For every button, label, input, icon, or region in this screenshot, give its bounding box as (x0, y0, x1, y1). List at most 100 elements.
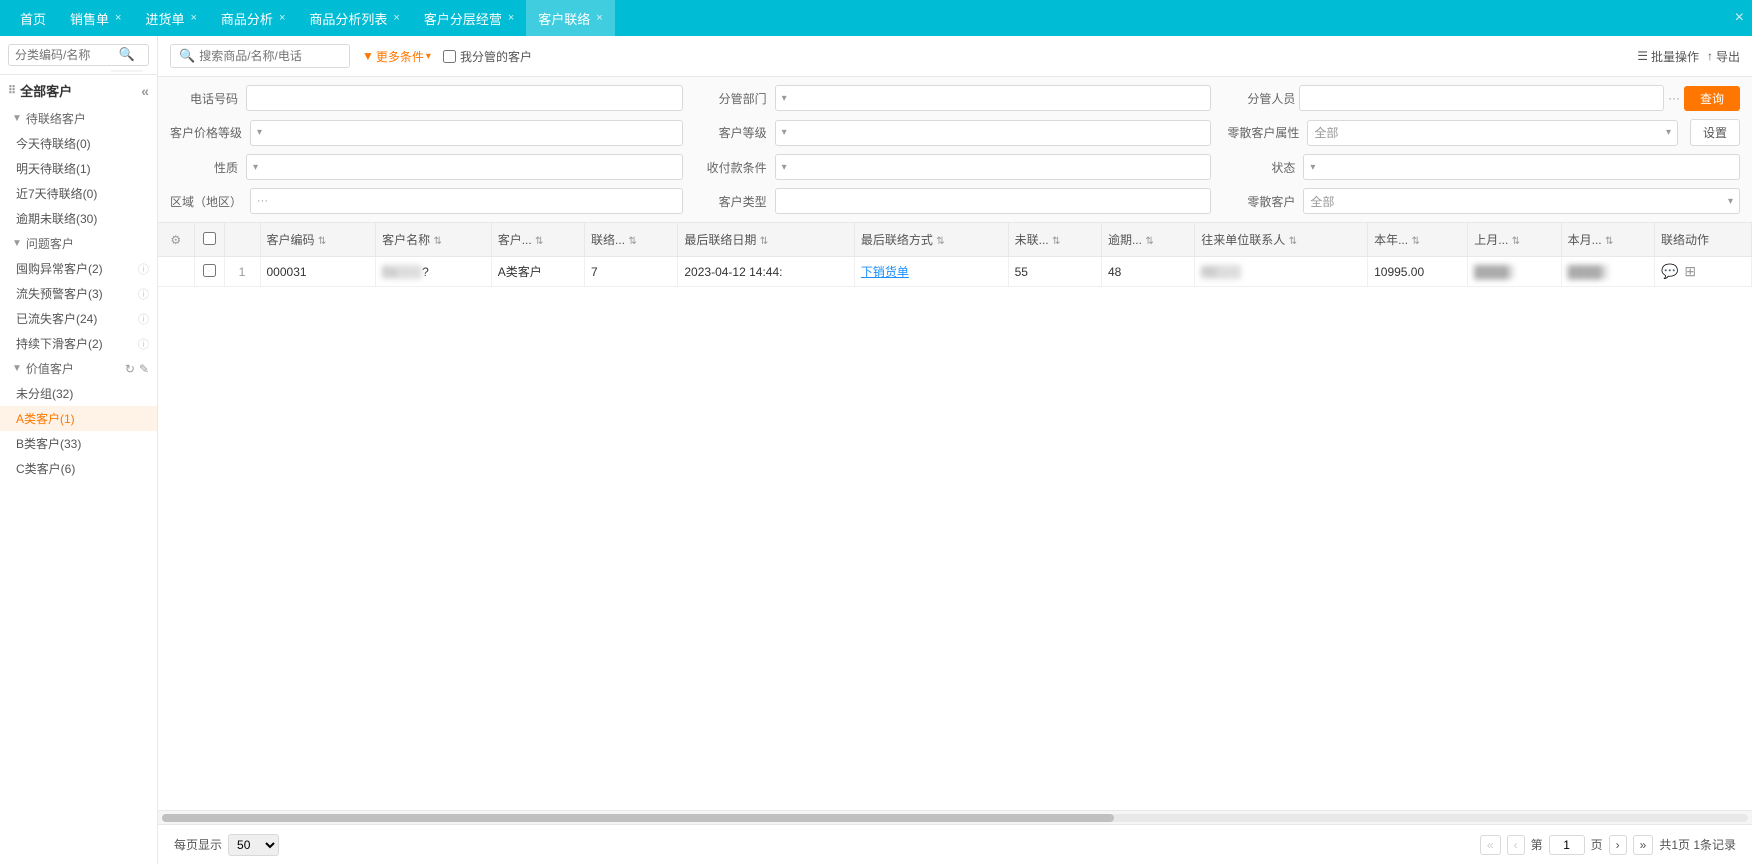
phone-input[interactable] (246, 85, 683, 111)
sidebar-item-7day-pending[interactable]: 近7天待联络(0) (0, 181, 157, 206)
nav-home[interactable]: 首页 (8, 0, 58, 36)
sidebar-item-a-class[interactable]: A类客户(1) (0, 406, 157, 431)
triangle-icon: ▼ (12, 363, 22, 374)
col-last-month[interactable]: 上月... ⇅ (1468, 223, 1561, 257)
col-cust-type[interactable]: 客户... ⇅ (491, 223, 584, 257)
status-input[interactable]: ▾ (1303, 154, 1740, 180)
sidebar-group-value[interactable]: ▼ 价值客户 ↻ ✎ (0, 356, 157, 381)
close-all-tabs-button[interactable]: × (1735, 9, 1744, 27)
col-this-year[interactable]: 本年... ⇅ (1368, 223, 1468, 257)
dots-icon[interactable]: ··· (257, 195, 268, 207)
sidebar-collapse-icon[interactable]: « (141, 83, 149, 99)
region-input[interactable]: ··· (250, 188, 683, 214)
sidebar-item-today-pending[interactable]: 今天待联络(0) (0, 131, 157, 156)
nav-customer-segment[interactable]: 客户分层经营 × (412, 0, 526, 36)
scrollbar-thumb[interactable] (162, 814, 1114, 822)
col-contact[interactable]: 联络... ⇅ (585, 223, 678, 257)
filter-row-retail-attr: 零散客户属性 全部 ▾ 设置 (1227, 119, 1740, 146)
cust-grade-input[interactable]: ▾ (775, 120, 1212, 146)
this-year-amount: 10995.00 (1368, 257, 1468, 287)
sidebar-item-tomorrow-pending[interactable]: 明天待联络(1) (0, 156, 157, 181)
close-icon[interactable]: × (190, 12, 196, 24)
per-page-select[interactable]: 50 100 200 (228, 834, 279, 856)
col-checkbox[interactable] (194, 223, 224, 257)
row-num: 1 (224, 257, 260, 287)
person-more-icon[interactable]: ··· (1668, 91, 1680, 105)
prev-page-button[interactable]: ‹ (1507, 835, 1525, 855)
batch-op-button[interactable]: ☰ 批量操作 (1637, 48, 1699, 65)
my-customers-filter[interactable]: 我分管的客户 (443, 48, 532, 65)
customer-name: Ea? (376, 257, 492, 287)
query-button[interactable]: 查询 (1684, 86, 1740, 111)
close-icon[interactable]: × (279, 12, 285, 24)
qr-icon[interactable]: ⊞ (1684, 263, 1696, 280)
search-input[interactable] (199, 49, 329, 63)
sidebar-item-declining[interactable]: 持续下滑客户(2) ⓘ (0, 331, 157, 356)
filter-row-status: 状态 ▾ (1227, 154, 1740, 180)
nav-purchase-order[interactable]: 进货单 × (133, 0, 208, 36)
retail-cust-label: 零散客户 (1227, 193, 1295, 210)
col-overdue[interactable]: 逾期... ⇅ (1101, 223, 1194, 257)
payment-label: 收付款条件 (699, 159, 767, 176)
last-contact-method[interactable]: 下销货单 (854, 257, 1008, 287)
col-last-date[interactable]: 最后联络日期 ⇅ (678, 223, 855, 257)
dept-input[interactable]: ▾ (775, 85, 1212, 111)
more-conditions-button[interactable]: ▼ 更多条件 ▾ (362, 48, 431, 65)
sidebar-item-overdue-contact[interactable]: 逾期未联络(30) (0, 206, 157, 231)
nav-product-analysis-list[interactable]: 商品分析列表 × (297, 0, 411, 36)
sidebar-item-hoard-abnormal[interactable]: 囤购异常客户(2) ⓘ (0, 256, 157, 281)
close-icon[interactable]: × (115, 12, 121, 24)
col-this-month[interactable]: 本月... ⇅ (1561, 223, 1654, 257)
sidebar-item-b-class[interactable]: B类客户(33) (0, 431, 157, 456)
page-number-input[interactable] (1549, 835, 1585, 855)
col-last-method[interactable]: 最后联络方式 ⇅ (854, 223, 1008, 257)
col-code[interactable]: 客户编码 ⇅ (260, 223, 376, 257)
sidebar-item-churn-warning[interactable]: 流失预警客户(3) ⓘ (0, 281, 157, 306)
select-all-checkbox[interactable] (203, 232, 216, 245)
sidebar-group-pending[interactable]: ▼ 待联络客户 (0, 106, 157, 131)
sidebar-item-unclassified[interactable]: 未分组(32) (0, 381, 157, 406)
horizontal-scrollbar[interactable] (158, 810, 1752, 824)
payment-input[interactable]: ▾ (775, 154, 1212, 180)
settings-button[interactable]: 设置 (1690, 119, 1740, 146)
col-company-contact[interactable]: 往来单位联系人 ⇅ (1195, 223, 1368, 257)
close-icon[interactable]: × (393, 12, 399, 24)
col-name[interactable]: 客户名称 ⇅ (376, 223, 492, 257)
col-no-contact[interactable]: 未联... ⇅ (1008, 223, 1101, 257)
page-label: 页 (1591, 836, 1603, 853)
export-button[interactable]: ↑ 导出 (1707, 48, 1740, 65)
filter-row-cust-grade: 客户等级 ▾ (699, 119, 1212, 146)
retail-cust-input[interactable]: 全部 ▾ (1303, 188, 1740, 214)
nature-input[interactable]: ▾ (246, 154, 683, 180)
all-customers-header[interactable]: ⠿ 全部客户 « (0, 75, 157, 106)
cust-type-input[interactable] (775, 188, 1212, 214)
person-input[interactable] (1299, 85, 1664, 111)
close-icon[interactable]: × (596, 12, 602, 24)
edit-icon[interactable]: ✎ (139, 362, 149, 376)
next-page-button[interactable]: › (1609, 835, 1627, 855)
retail-attr-input[interactable]: 全部 ▾ (1307, 120, 1678, 146)
price-grade-input[interactable]: ▾ (250, 120, 683, 146)
first-page-button[interactable]: « (1480, 835, 1501, 855)
nav-sales-order[interactable]: 销售单 × (58, 0, 133, 36)
scrollbar-track[interactable] (162, 814, 1748, 822)
sort-icon: ⇅ (1052, 236, 1060, 247)
sort-icon: ⇅ (1411, 236, 1419, 247)
message-icon[interactable]: 💬 (1661, 263, 1678, 280)
sidebar-group-problem[interactable]: ▼ 问题客户 (0, 231, 157, 256)
search-box[interactable]: 🔍 (170, 44, 350, 68)
sort-icon: ⇅ (433, 236, 441, 247)
my-customers-checkbox[interactable] (443, 50, 456, 63)
last-page-button[interactable]: » (1633, 835, 1654, 855)
nav-customer-contact[interactable]: 客户联络 × (526, 0, 614, 36)
close-icon[interactable]: × (508, 12, 514, 24)
sidebar-item-churned[interactable]: 已流失客户(24) ⓘ (0, 306, 157, 331)
company-contact: RE . (1195, 257, 1368, 287)
nav-product-analysis[interactable]: 商品分析 × (209, 0, 297, 36)
row-checkbox[interactable] (194, 257, 224, 287)
sidebar-item-c-class[interactable]: C类客户(6) (0, 456, 157, 481)
row-select-checkbox[interactable] (203, 264, 216, 277)
col-settings[interactable]: ⚙ (158, 223, 194, 257)
refresh-icon[interactable]: ↻ (125, 362, 135, 376)
phone-label: 电话号码 (170, 90, 238, 107)
